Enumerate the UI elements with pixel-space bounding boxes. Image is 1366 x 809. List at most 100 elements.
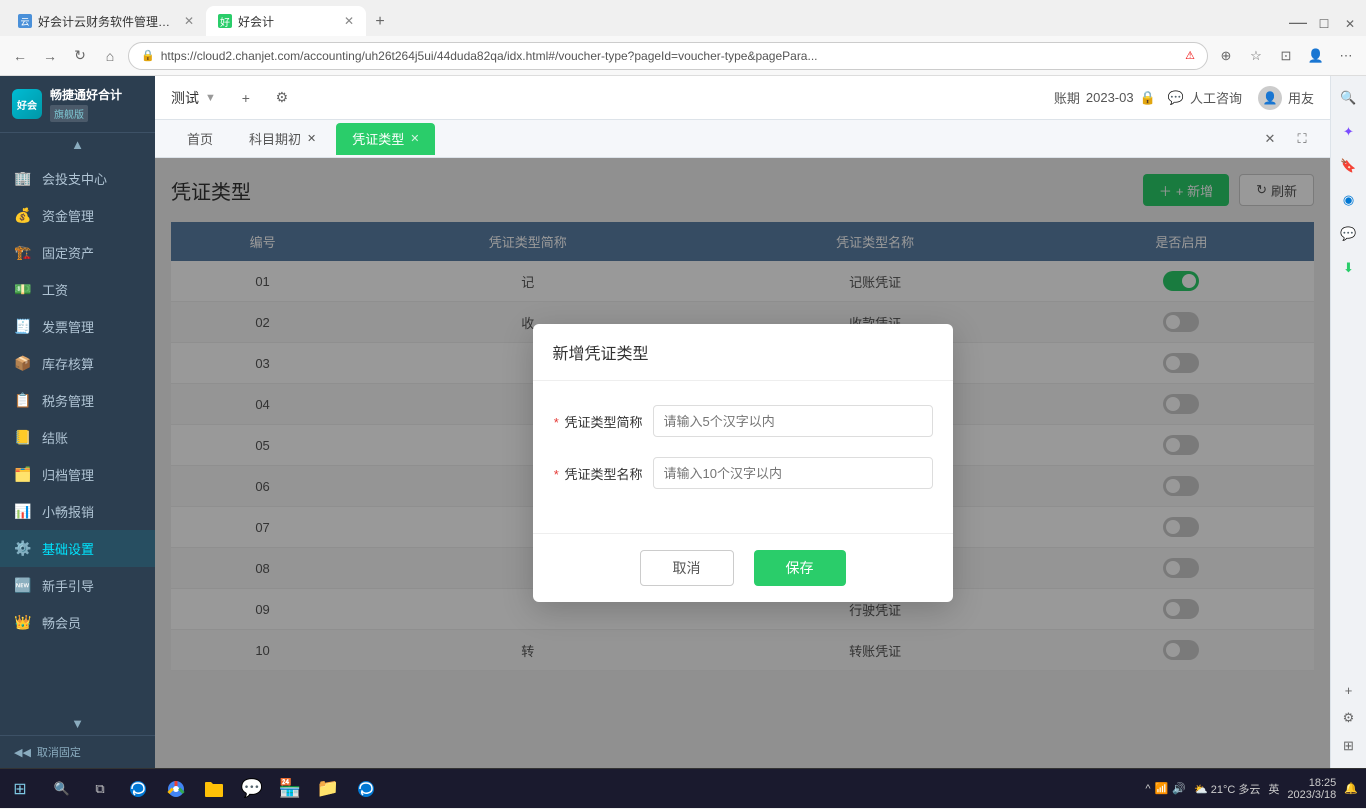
- taskbar-edge2[interactable]: [348, 771, 384, 807]
- address-bar[interactable]: 🔒 https://cloud2.chanjet.com/accounting/…: [128, 42, 1208, 70]
- tab-voucher-close[interactable]: ✕: [410, 132, 419, 145]
- taskbar-task-view[interactable]: ⧉: [82, 771, 118, 807]
- bookmark-panel-button[interactable]: 🔖: [1335, 152, 1363, 180]
- search-panel-button[interactable]: 🔍: [1335, 84, 1363, 112]
- right-panel-bottom: + ⚙ ⊞: [1335, 676, 1363, 760]
- scroll-down-button[interactable]: ▼: [0, 712, 155, 735]
- tab-voucher-type[interactable]: 凭证类型 ✕: [336, 123, 435, 155]
- tab-close-1[interactable]: ✕: [184, 14, 194, 28]
- taskbar-folder[interactable]: [196, 771, 232, 807]
- finance-icon: 💰: [14, 207, 32, 225]
- taskbar-chrome[interactable]: [158, 771, 194, 807]
- consult-button[interactable]: 💬 人工咨询: [1168, 88, 1242, 107]
- modal-footer: 取消 保存: [533, 533, 953, 602]
- tab-minimize-button[interactable]: ✕: [1258, 127, 1282, 151]
- assets-icon: 🏗️: [14, 244, 32, 262]
- unpin-label: 取消固定: [37, 744, 81, 760]
- tab-title-2: 好会计: [238, 13, 338, 30]
- star-button[interactable]: ☆: [1244, 44, 1268, 68]
- taskbar-file-explorer[interactable]: 📁: [310, 771, 346, 807]
- add-panel-button[interactable]: +: [1335, 676, 1363, 704]
- forward-button[interactable]: →: [38, 44, 62, 68]
- window-restore-button[interactable]: ☐: [1312, 12, 1336, 36]
- tab-subject[interactable]: 科目期初 ✕: [233, 123, 332, 155]
- cast-button[interactable]: ⊡: [1274, 44, 1298, 68]
- sidebar-item-checkout[interactable]: 📒 结账: [0, 419, 155, 456]
- right-panel: 🔍 ✦ 🔖 ◉ 💬 ⬇ + ⚙ ⊞: [1330, 76, 1366, 768]
- period-value: 2023-03: [1086, 90, 1134, 105]
- menu-button[interactable]: ⋯: [1334, 44, 1358, 68]
- taskbar-app-store[interactable]: 🏪: [272, 771, 308, 807]
- sidebar-item-inventory[interactable]: 📦 库存核算: [0, 345, 155, 382]
- volume-icon[interactable]: 🔊: [1172, 782, 1186, 795]
- browser-tab-1[interactable]: 云 好会计云财务软件管理系统_会计 ✕: [6, 6, 206, 36]
- sidebar-item-invoice[interactable]: 🧾 发票管理: [0, 308, 155, 345]
- profile-button[interactable]: 👤: [1304, 44, 1328, 68]
- sidebar-item-finance[interactable]: 💰 资金管理: [0, 197, 155, 234]
- taskbar: ⊞ 🔍 ⧉ 💬 🏪 📁 ^ 📶 🔊 ⛅ 21°C 多云 英 18: [0, 768, 1366, 808]
- tab-favicon-1: 云: [18, 14, 32, 28]
- add-company-button[interactable]: +: [232, 84, 260, 112]
- sidebar-item-dashboard[interactable]: 🏢 会投支中心: [0, 160, 155, 197]
- outlook-panel-button[interactable]: ◉: [1335, 186, 1363, 214]
- scroll-up-button[interactable]: ▲: [0, 133, 155, 156]
- sidebar-item-assets[interactable]: 🏗️ 固定资产: [0, 234, 155, 271]
- chevron-up-icon[interactable]: ^: [1145, 783, 1150, 795]
- clock: 18:25 2023/3/18: [1287, 777, 1336, 801]
- extensions-button[interactable]: ⊕: [1214, 44, 1238, 68]
- weather-icon: ⛅: [1194, 784, 1208, 796]
- browser-chrome: 云 好会计云财务软件管理系统_会计 ✕ 好 好会计 ✕ + ― ☐ ✕ ← → …: [0, 0, 1366, 76]
- back-button[interactable]: ←: [8, 44, 32, 68]
- sidebar-item-archive[interactable]: 🗂️ 归档管理: [0, 456, 155, 493]
- lang-indicator[interactable]: 英: [1268, 781, 1279, 797]
- notification-center[interactable]: 🔔: [1344, 782, 1358, 795]
- taskbar-edge[interactable]: [120, 771, 156, 807]
- sidebar: 好会 畅捷通好合计 旗舰版 ▲ 🏢 会投支中心 💰 资金管理 🏗️ 固定资产 💵: [0, 76, 155, 768]
- sidebar-item-settings[interactable]: ⚙️ 基础设置: [0, 530, 155, 567]
- browser-tab-2[interactable]: 好 好会计 ✕: [206, 6, 366, 36]
- sidebar-item-tax[interactable]: 📋 税务管理: [0, 382, 155, 419]
- taskbar-search[interactable]: 🔍: [44, 771, 80, 807]
- reload-button[interactable]: ↻: [68, 44, 92, 68]
- tab-subject-close[interactable]: ✕: [307, 132, 316, 145]
- tab-close-2[interactable]: ✕: [344, 14, 354, 28]
- full-name-input[interactable]: [653, 457, 933, 489]
- settings-header-button[interactable]: ⚙: [268, 84, 296, 112]
- tab-home[interactable]: 首页: [171, 123, 229, 155]
- tab-fullscreen-button[interactable]: ⛶: [1290, 127, 1314, 151]
- short-name-input[interactable]: [653, 405, 933, 437]
- window-close-button[interactable]: ✕: [1338, 12, 1362, 36]
- download-panel-button[interactable]: ⬇: [1335, 254, 1363, 282]
- logo-badge: 旗舰版: [50, 105, 88, 122]
- archive-icon: 🗂️: [14, 466, 32, 484]
- short-label-text: 凭证类型简称: [564, 415, 642, 430]
- modal-overlay: 新增凭证类型 * 凭证类型简称 *: [155, 158, 1330, 768]
- window-minimize-button[interactable]: ―: [1286, 12, 1310, 36]
- save-button[interactable]: 保存: [754, 550, 846, 586]
- user-menu[interactable]: 👤 用友: [1258, 86, 1314, 110]
- new-tab-button[interactable]: +: [366, 8, 394, 36]
- sidebar-label-settings: 基础设置: [42, 539, 94, 558]
- chat-panel-button[interactable]: 💬: [1335, 220, 1363, 248]
- sidebar-logo: 好会 畅捷通好合计 旗舰版: [0, 76, 155, 133]
- sidebar-item-guide[interactable]: 🆕 新手引导: [0, 567, 155, 604]
- start-button[interactable]: ⊞: [0, 769, 40, 809]
- expense-icon: 📊: [14, 503, 32, 521]
- home-button[interactable]: ⌂: [98, 44, 122, 68]
- unpin-button[interactable]: ◀◀ 取消固定: [14, 744, 141, 760]
- cancel-button[interactable]: 取消: [640, 550, 734, 586]
- weather-info: ⛅ 21°C 多云: [1194, 781, 1260, 797]
- sidebar-item-salary[interactable]: 💵 工资: [0, 271, 155, 308]
- ai-panel-button[interactable]: ✦: [1335, 118, 1363, 146]
- taskbar-wechat[interactable]: 💬: [234, 771, 270, 807]
- grid-panel-button[interactable]: ⊞: [1335, 732, 1363, 760]
- sidebar-label-archive: 归档管理: [42, 465, 94, 484]
- dashboard-icon: 🏢: [14, 170, 32, 188]
- network-icon[interactable]: 📶: [1155, 782, 1169, 795]
- sidebar-item-expense[interactable]: 📊 小畅报销: [0, 493, 155, 530]
- sidebar-item-member[interactable]: 👑 畅会员: [0, 604, 155, 641]
- unpin-icon: ◀◀: [14, 746, 31, 759]
- company-selector[interactable]: 测试 ▼: [171, 88, 216, 108]
- period-label: 账期: [1054, 88, 1080, 107]
- settings-panel-button[interactable]: ⚙: [1335, 704, 1363, 732]
